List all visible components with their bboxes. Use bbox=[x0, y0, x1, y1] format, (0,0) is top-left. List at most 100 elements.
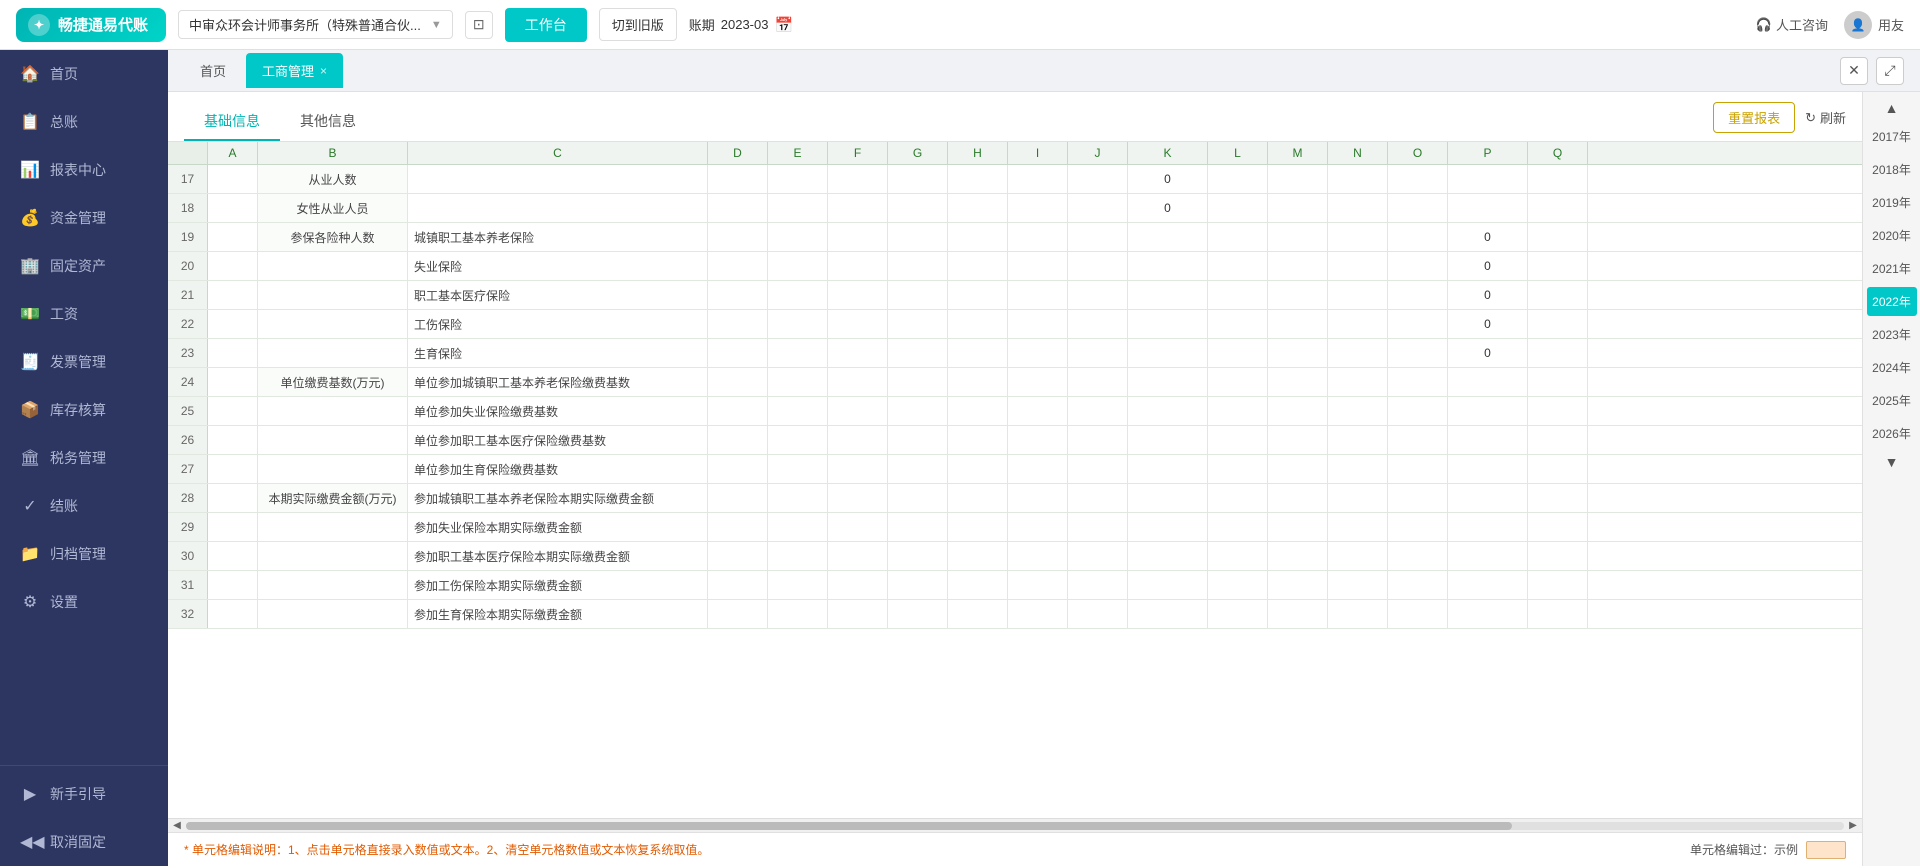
consult-button[interactable]: 🎧 人工咨询 bbox=[1756, 15, 1828, 34]
sidebar-item-finance[interactable]: 💰 资金管理 bbox=[0, 194, 168, 242]
cell-20-F[interactable] bbox=[828, 252, 888, 280]
cell-19-A[interactable] bbox=[208, 223, 258, 251]
cell-17-E[interactable] bbox=[768, 165, 828, 193]
cell-23-H[interactable] bbox=[948, 339, 1008, 367]
cell-32-E[interactable] bbox=[768, 600, 828, 628]
cell-32-N[interactable] bbox=[1328, 600, 1388, 628]
cell-30-I[interactable] bbox=[1008, 542, 1068, 570]
cell-32-G[interactable] bbox=[888, 600, 948, 628]
cell-19-B[interactable]: 参保各险种人数 bbox=[258, 223, 408, 251]
cell-17-I[interactable] bbox=[1008, 165, 1068, 193]
cell-31-K[interactable] bbox=[1128, 571, 1208, 599]
cell-21-J[interactable] bbox=[1068, 281, 1128, 309]
cell-30-G[interactable] bbox=[888, 542, 948, 570]
cell-29-G[interactable] bbox=[888, 513, 948, 541]
cell-25-O[interactable] bbox=[1388, 397, 1448, 425]
cell-19-G[interactable] bbox=[888, 223, 948, 251]
cell-17-P[interactable] bbox=[1448, 165, 1528, 193]
scroll-right-button[interactable]: ▶ bbox=[1846, 819, 1860, 833]
cell-25-I[interactable] bbox=[1008, 397, 1068, 425]
cell-18-D[interactable] bbox=[708, 194, 768, 222]
cell-31-M[interactable] bbox=[1268, 571, 1328, 599]
cell-31-P[interactable] bbox=[1448, 571, 1528, 599]
cell-28-L[interactable] bbox=[1208, 484, 1268, 512]
cell-19-O[interactable] bbox=[1388, 223, 1448, 251]
cell-23-A[interactable] bbox=[208, 339, 258, 367]
cell-23-K[interactable] bbox=[1128, 339, 1208, 367]
cell-18-P[interactable] bbox=[1448, 194, 1528, 222]
cell-18-I[interactable] bbox=[1008, 194, 1068, 222]
cell-18-L[interactable] bbox=[1208, 194, 1268, 222]
cell-18-C[interactable] bbox=[408, 194, 708, 222]
cell-25-F[interactable] bbox=[828, 397, 888, 425]
cell-25-J[interactable] bbox=[1068, 397, 1128, 425]
cell-31-Q[interactable] bbox=[1528, 571, 1588, 599]
cell-19-N[interactable] bbox=[1328, 223, 1388, 251]
sub-tab-other[interactable]: 其他信息 bbox=[280, 103, 376, 141]
cell-23-D[interactable] bbox=[708, 339, 768, 367]
cell-19-H[interactable] bbox=[948, 223, 1008, 251]
cell-17-K[interactable]: 0 bbox=[1128, 165, 1208, 193]
cell-26-F[interactable] bbox=[828, 426, 888, 454]
cell-17-H[interactable] bbox=[948, 165, 1008, 193]
cell-17-D[interactable] bbox=[708, 165, 768, 193]
cell-18-Q[interactable] bbox=[1528, 194, 1588, 222]
sub-tab-basic[interactable]: 基础信息 bbox=[184, 103, 280, 141]
cell-31-B[interactable] bbox=[258, 571, 408, 599]
year-item-2022[interactable]: 2022年 bbox=[1867, 287, 1917, 316]
cell-17-O[interactable] bbox=[1388, 165, 1448, 193]
cell-28-F[interactable] bbox=[828, 484, 888, 512]
cell-30-J[interactable] bbox=[1068, 542, 1128, 570]
cell-30-P[interactable] bbox=[1448, 542, 1528, 570]
cell-29-B[interactable] bbox=[258, 513, 408, 541]
year-item-2021[interactable]: 2021年 bbox=[1867, 254, 1917, 283]
cell-29-O[interactable] bbox=[1388, 513, 1448, 541]
cell-27-D[interactable] bbox=[708, 455, 768, 483]
cell-27-N[interactable] bbox=[1328, 455, 1388, 483]
cell-32-P[interactable] bbox=[1448, 600, 1528, 628]
cell-31-J[interactable] bbox=[1068, 571, 1128, 599]
cell-18-O[interactable] bbox=[1388, 194, 1448, 222]
cell-28-C[interactable]: 参加城镇职工基本养老保险本期实际缴费金额 bbox=[408, 484, 708, 512]
cell-21-E[interactable] bbox=[768, 281, 828, 309]
cell-19-F[interactable] bbox=[828, 223, 888, 251]
cell-26-D[interactable] bbox=[708, 426, 768, 454]
cell-18-J[interactable] bbox=[1068, 194, 1128, 222]
cell-20-E[interactable] bbox=[768, 252, 828, 280]
user-area[interactable]: 👤 用友 bbox=[1844, 11, 1904, 39]
cell-27-M[interactable] bbox=[1268, 455, 1328, 483]
cell-23-J[interactable] bbox=[1068, 339, 1128, 367]
cell-27-A[interactable] bbox=[208, 455, 258, 483]
cell-20-H[interactable] bbox=[948, 252, 1008, 280]
cell-24-B[interactable]: 单位缴费基数(万元) bbox=[258, 368, 408, 396]
sidebar-item-home[interactable]: 🏠 首页 bbox=[0, 50, 168, 98]
cell-29-A[interactable] bbox=[208, 513, 258, 541]
sidebar-item-reports[interactable]: 📊 报表中心 bbox=[0, 146, 168, 194]
cell-27-F[interactable] bbox=[828, 455, 888, 483]
cell-20-K[interactable] bbox=[1128, 252, 1208, 280]
cell-24-C[interactable]: 单位参加城镇职工基本养老保险缴费基数 bbox=[408, 368, 708, 396]
cell-21-G[interactable] bbox=[888, 281, 948, 309]
cell-21-P[interactable]: 0 bbox=[1448, 281, 1528, 309]
cell-28-K[interactable] bbox=[1128, 484, 1208, 512]
cell-18-E[interactable] bbox=[768, 194, 828, 222]
cell-22-N[interactable] bbox=[1328, 310, 1388, 338]
cell-26-A[interactable] bbox=[208, 426, 258, 454]
cell-23-E[interactable] bbox=[768, 339, 828, 367]
cell-31-A[interactable] bbox=[208, 571, 258, 599]
cell-23-G[interactable] bbox=[888, 339, 948, 367]
cell-20-N[interactable] bbox=[1328, 252, 1388, 280]
cell-22-E[interactable] bbox=[768, 310, 828, 338]
cell-26-Q[interactable] bbox=[1528, 426, 1588, 454]
cell-22-K[interactable] bbox=[1128, 310, 1208, 338]
cell-23-M[interactable] bbox=[1268, 339, 1328, 367]
cell-17-C[interactable] bbox=[408, 165, 708, 193]
cell-26-E[interactable] bbox=[768, 426, 828, 454]
year-item-2024[interactable]: 2024年 bbox=[1867, 353, 1917, 382]
cell-26-G[interactable] bbox=[888, 426, 948, 454]
cell-22-J[interactable] bbox=[1068, 310, 1128, 338]
cell-28-H[interactable] bbox=[948, 484, 1008, 512]
cell-22-M[interactable] bbox=[1268, 310, 1328, 338]
cell-29-N[interactable] bbox=[1328, 513, 1388, 541]
cell-21-L[interactable] bbox=[1208, 281, 1268, 309]
